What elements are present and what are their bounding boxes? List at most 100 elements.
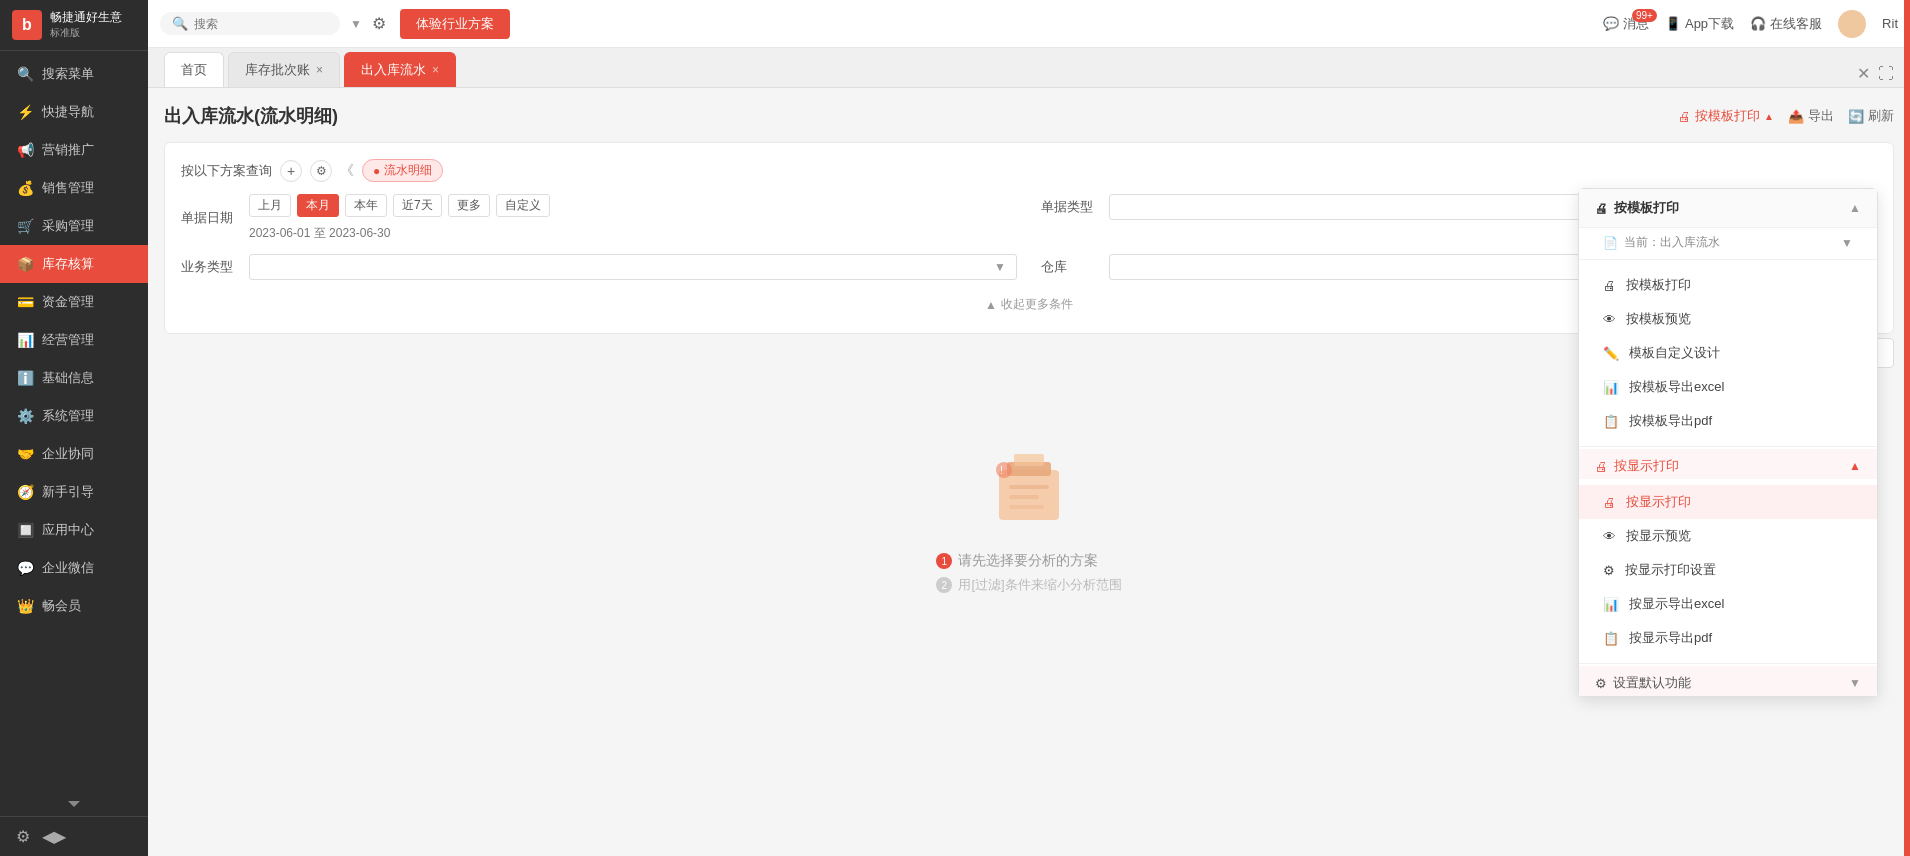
collab-icon: 🤝	[16, 445, 34, 463]
export-btn[interactable]: 📤 导出	[1788, 107, 1834, 125]
display-preview-icon: 👁	[1603, 529, 1616, 544]
tab-inventory-flow[interactable]: 出入库流水 ×	[344, 52, 456, 87]
display-pdf-item[interactable]: 📋 按显示导出pdf	[1579, 621, 1877, 655]
message-btn[interactable]: 💬 消息 99+	[1603, 15, 1649, 33]
svg-point-6	[996, 462, 1012, 478]
user-avatar[interactable]	[1838, 10, 1866, 38]
logo-text: 畅捷通好生意 标准版	[50, 10, 122, 40]
date-btn-7days[interactable]: 近7天	[393, 194, 442, 217]
business-icon: 📊	[16, 331, 34, 349]
chevron-up-icon: ▲	[985, 298, 997, 312]
tab-batch-account[interactable]: 库存批次账 ×	[228, 52, 340, 87]
collapse-filter-btn[interactable]: ▲ 收起更多条件	[985, 296, 1073, 313]
excel-item-icon: 📊	[1603, 380, 1619, 395]
page-actions: 🖨 按模板打印 ▲ 📤 导出 🔄 刷新	[1678, 107, 1894, 125]
template-design-item[interactable]: ✏️ 模板自定义设计	[1579, 336, 1877, 370]
sidebar-item-info[interactable]: ℹ️ 基础信息	[0, 359, 148, 397]
print-dropdown-panel: 🖨 按模板打印 ▲ 📄 当前：出入库流水 ▼ 🖨 按模板打印	[1578, 188, 1878, 697]
date-btn-this-year[interactable]: 本年	[345, 194, 387, 217]
filter-biztype-field: 业务类型 ▼	[181, 254, 1017, 280]
resize-handle[interactable]	[1904, 0, 1910, 856]
template-preview-item[interactable]: 👁 按模板预览	[1579, 302, 1877, 336]
display-excel-item[interactable]: 📊 按显示导出excel	[1579, 587, 1877, 621]
display-print-group-header[interactable]: 🖨 按显示打印 ▲	[1579, 449, 1877, 479]
set-default-icon: ⚙	[1595, 676, 1607, 691]
template-pdf-item[interactable]: 📋 按模板导出pdf	[1579, 404, 1877, 438]
filter-biztype-select[interactable]: ▼	[249, 254, 1017, 280]
filter-tag-icon: ●	[373, 164, 380, 178]
sidebar-item-guide[interactable]: 🧭 新手引导	[0, 473, 148, 511]
search-icon: 🔍	[172, 16, 188, 31]
print-template-btn[interactable]: 🖨 按模板打印 ▲	[1678, 107, 1774, 125]
display-print-item[interactable]: 🖨 按显示打印	[1579, 485, 1877, 519]
topbar-right: 💬 消息 99+ 📱 App下载 🎧 在线客服 Rit	[1603, 10, 1898, 38]
sales-icon: 💰	[16, 179, 34, 197]
refresh-btn[interactable]: 🔄 刷新	[1848, 107, 1894, 125]
sidebar-scroll-down[interactable]	[0, 792, 148, 816]
mobile-icon: 📱	[1665, 16, 1681, 31]
collapse-sidebar-icon[interactable]: ◀▶	[42, 827, 66, 846]
username-label[interactable]: Rit	[1882, 16, 1898, 31]
dropdown-close-arrow[interactable]: ▲	[1849, 201, 1861, 215]
date-btn-this-month[interactable]: 本月	[297, 194, 339, 217]
dropdown-current-item: 📄 当前：出入库流水 ▼	[1579, 228, 1877, 257]
app-download-btn[interactable]: 📱 App下载	[1665, 15, 1734, 33]
sidebar: b 畅捷通好生意 标准版 🔍 搜索菜单 ⚡ 快捷导航 📢 营销推广 💰 销售管理	[0, 0, 148, 856]
display-settings-item[interactable]: ⚙ 按显示打印设置	[1579, 553, 1877, 587]
sidebar-item-quicknav[interactable]: ⚡ 快捷导航	[0, 93, 148, 131]
search-input[interactable]	[194, 17, 314, 31]
sidebar-item-inventory[interactable]: 📦 库存核算	[0, 245, 148, 283]
display-excel-icon: 📊	[1603, 597, 1619, 612]
filter-add-btn[interactable]: +	[280, 160, 302, 182]
sidebar-footer: ⚙ ◀▶	[0, 816, 148, 856]
filter-date-options: 上月 本月 本年 近7天 更多 自定义	[249, 194, 550, 217]
template-print-item[interactable]: 🖨 按模板打印	[1579, 268, 1877, 302]
export-icon: 📤	[1788, 109, 1804, 124]
pdf-item-icon: 📋	[1603, 414, 1619, 429]
date-btn-custom[interactable]: 自定义	[496, 194, 550, 217]
sidebar-item-marketing[interactable]: 📢 营销推广	[0, 131, 148, 169]
sidebar-item-system[interactable]: ⚙️ 系统管理	[0, 397, 148, 435]
tab-batch-close[interactable]: ×	[316, 63, 323, 77]
topbar-dropdown-icon[interactable]: ▼	[350, 17, 362, 31]
sidebar-item-purchase[interactable]: 🛒 采购管理	[0, 207, 148, 245]
set-default-header[interactable]: ⚙ 设置默认功能 ▼	[1579, 666, 1877, 696]
svg-rect-3	[1009, 485, 1049, 489]
nav-icon: ⚡	[16, 103, 34, 121]
settings-footer-icon[interactable]: ⚙	[16, 827, 30, 846]
sidebar-item-member[interactable]: 👑 畅会员	[0, 587, 148, 625]
sidebar-item-sales[interactable]: 💰 销售管理	[0, 169, 148, 207]
sidebar-item-finance[interactable]: 💳 资金管理	[0, 283, 148, 321]
message-badge: 99+	[1632, 9, 1657, 22]
sidebar-item-search[interactable]: 🔍 搜索菜单	[0, 55, 148, 93]
finance-icon: 💳	[16, 293, 34, 311]
page-title: 出入库流水(流水明细)	[164, 104, 338, 128]
sidebar-item-wechat[interactable]: 💬 企业微信	[0, 549, 148, 587]
tab-flow-close[interactable]: ×	[432, 63, 439, 77]
sidebar-item-collab[interactable]: 🤝 企业协同	[0, 435, 148, 473]
tab-home[interactable]: 首页	[164, 52, 224, 87]
online-service-btn[interactable]: 🎧 在线客服	[1750, 15, 1822, 33]
logo-icon: b	[12, 10, 42, 40]
apps-icon: 🔲	[16, 521, 34, 539]
sidebar-item-business[interactable]: 📊 经营管理	[0, 321, 148, 359]
tabs-bar: 首页 库存批次账 × 出入库流水 × ✕ ⛶	[148, 48, 1910, 88]
template-excel-item[interactable]: 📊 按模板导出excel	[1579, 370, 1877, 404]
trial-btn[interactable]: 体验行业方案	[400, 9, 510, 39]
date-btn-more[interactable]: 更多	[448, 194, 490, 217]
topbar-search-box[interactable]: 🔍	[160, 12, 340, 35]
filter-date-label: 单据日期	[181, 209, 241, 227]
topbar: 🔍 ▼ ⚙ 体验行业方案 💬 消息 99+ 📱 App下载 🎧 在	[148, 0, 1910, 48]
filter-collapse-btn[interactable]: 《	[340, 162, 354, 180]
sidebar-item-apps[interactable]: 🔲 应用中心	[0, 511, 148, 549]
tab-expand-icon[interactable]: ⛶	[1878, 65, 1894, 83]
tab-close-all-icon[interactable]: ✕	[1857, 64, 1870, 83]
date-btn-last-month[interactable]: 上月	[249, 194, 291, 217]
print-arrow-up-icon: ▲	[1764, 111, 1774, 122]
filter-settings-btn[interactable]: ⚙	[310, 160, 332, 182]
filter-tag-flow[interactable]: ● 流水明细	[362, 159, 443, 182]
current-label: 当前：出入库流水	[1624, 234, 1720, 251]
print-item-icon: 🖨	[1603, 278, 1616, 293]
display-preview-item[interactable]: 👁 按显示预览	[1579, 519, 1877, 553]
topbar-gear-icon[interactable]: ⚙	[372, 14, 386, 33]
